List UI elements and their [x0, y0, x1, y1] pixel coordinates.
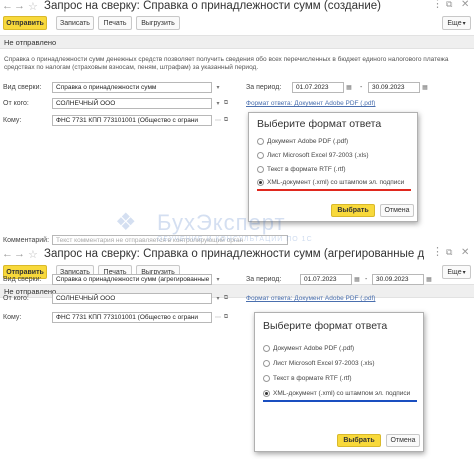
arrow-left-icon[interactable]: ←	[2, 0, 13, 12]
arrow-right-icon[interactable]: →	[14, 0, 25, 12]
star-icon[interactable]: ☆	[28, 0, 38, 13]
period-dash: -	[365, 276, 368, 283]
save-button[interactable]: Записать	[56, 16, 94, 30]
radio-icon	[263, 375, 270, 382]
to-label: Кому:	[3, 117, 22, 124]
to-label: Кому:	[3, 314, 22, 321]
date-to-field[interactable]: 30.09.2023	[368, 82, 420, 93]
select-button[interactable]: Выбрать	[337, 434, 381, 447]
watermark-brand: БухЭксперт	[157, 210, 286, 235]
response-format-link[interactable]: Формат ответа: Документ Adobe PDF (.pdf)	[246, 100, 375, 107]
ellipsis-icon[interactable]: ⋮	[432, 0, 443, 10]
type-label: Вид сверки:	[3, 84, 42, 91]
format-dialog: Выберите формат ответа Документ Adobe PD…	[248, 112, 418, 222]
send-button[interactable]: Отправить	[3, 16, 47, 30]
period-dash: -	[360, 84, 363, 91]
close-icon[interactable]: ✕	[461, 0, 469, 10]
highlight-underline	[257, 189, 411, 191]
from-field[interactable]: СОЛНЕЧНЫЙ ООО	[52, 98, 212, 109]
option-xml[interactable]: XML-документ (.xml) со штампом эл. подпи…	[263, 390, 410, 397]
chevron-down-icon: ▾	[462, 20, 466, 27]
chevron-down-icon[interactable]: ▾	[214, 274, 222, 285]
format-dialog: Выберите формат ответа Документ Adobe PD…	[254, 312, 424, 452]
chevron-down-icon[interactable]: ▾	[214, 98, 222, 109]
comment-label: Комментарий:	[3, 237, 50, 244]
option-xml[interactable]: XML-документ (.xml) со штампом эл. подпи…	[257, 179, 404, 186]
option-xls[interactable]: Лист Microsoft Excel 97-2003 (.xls)	[257, 152, 369, 159]
radio-icon	[257, 138, 264, 145]
date-from-field[interactable]: 01.07.2023	[300, 274, 352, 285]
dialog-title: Выберите формат ответа	[263, 320, 388, 332]
calendar-icon[interactable]: ▦	[425, 274, 433, 285]
calendar-icon[interactable]: ▦	[421, 82, 429, 93]
from-field[interactable]: СОЛНЕЧНЫЙ ООО	[52, 293, 212, 304]
cancel-button[interactable]: Отмена	[386, 434, 420, 447]
from-label: От кого:	[3, 295, 29, 302]
highlight-underline	[263, 400, 417, 402]
radio-selected-icon	[257, 179, 264, 186]
option-pdf[interactable]: Документ Adobe PDF (.pdf)	[257, 138, 348, 145]
radio-icon	[263, 360, 270, 367]
to-field[interactable]: ФНС 7731 КПП 773101001 (Общество с огран…	[52, 115, 212, 126]
external-link-icon[interactable]: ⧉	[446, 0, 452, 10]
bottom-form: Справка о принадлежности сумм (агрегиров…	[0, 246, 474, 459]
upload-button[interactable]: Выгрузить	[136, 16, 180, 30]
status-bar: Не отправлено	[0, 35, 474, 49]
to-field[interactable]: ФНС 7731 КПП 773101001 (Общество с огран…	[52, 312, 212, 323]
radio-icon	[263, 345, 270, 352]
external-link-icon[interactable]: ⧉	[222, 98, 230, 109]
cancel-button[interactable]: Отмена	[380, 204, 414, 217]
help-text: Справка о принадлежности сумм денежных с…	[4, 56, 449, 71]
period-label: За период:	[246, 276, 282, 283]
more-button[interactable]: Еще ▾	[442, 16, 471, 30]
option-rtf[interactable]: Текст в формате RTF (.rtf)	[263, 375, 352, 382]
period-label: За период:	[246, 84, 282, 91]
type-field[interactable]: Справка о принадлежности сумм (агрегиров…	[52, 274, 212, 285]
option-rtf[interactable]: Текст в формате RTF (.rtf)	[257, 166, 346, 173]
date-from-field[interactable]: 01.07.2023	[292, 82, 344, 93]
external-link-icon[interactable]: ⧉	[222, 293, 230, 304]
print-button[interactable]: Печать	[98, 16, 132, 30]
option-pdf[interactable]: Документ Adobe PDF (.pdf)	[263, 345, 354, 352]
from-label: От кого:	[3, 100, 29, 107]
external-link-icon[interactable]: ⧉	[222, 312, 230, 323]
date-to-field[interactable]: 30.09.2023	[372, 274, 424, 285]
dialog-title: Выберите формат ответа	[257, 118, 382, 130]
calendar-icon[interactable]: ▦	[345, 82, 353, 93]
response-format-link[interactable]: Формат ответа: Документ Adobe PDF (.pdf)	[246, 295, 375, 302]
external-link-icon[interactable]: ⧉	[222, 115, 230, 126]
owl-logo-icon: ❖	[115, 209, 137, 236]
chevron-down-icon[interactable]: ▾	[214, 82, 222, 93]
radio-selected-icon	[263, 390, 270, 397]
calendar-icon[interactable]: ▦	[353, 274, 361, 285]
top-window: ← → ☆ Запрос на сверку: Справка о принад…	[0, 0, 474, 245]
radio-icon	[257, 166, 264, 173]
watermark-tagline: ОБУЧЕНИЕ И КОНСУЛЬТАЦИИ ПО 1С	[157, 236, 313, 243]
ellipsis-icon[interactable]: ⋯	[214, 312, 222, 323]
ellipsis-icon[interactable]: ⋯	[214, 115, 222, 126]
type-field[interactable]: Справка о принадлежности сумм	[52, 82, 212, 93]
chevron-down-icon[interactable]: ▾	[214, 293, 222, 304]
page-title: Запрос на сверку: Справка о принадлежнос…	[44, 0, 382, 12]
radio-icon	[257, 152, 264, 159]
option-xls[interactable]: Лист Microsoft Excel 97-2003 (.xls)	[263, 360, 375, 367]
select-button[interactable]: Выбрать	[331, 204, 375, 217]
